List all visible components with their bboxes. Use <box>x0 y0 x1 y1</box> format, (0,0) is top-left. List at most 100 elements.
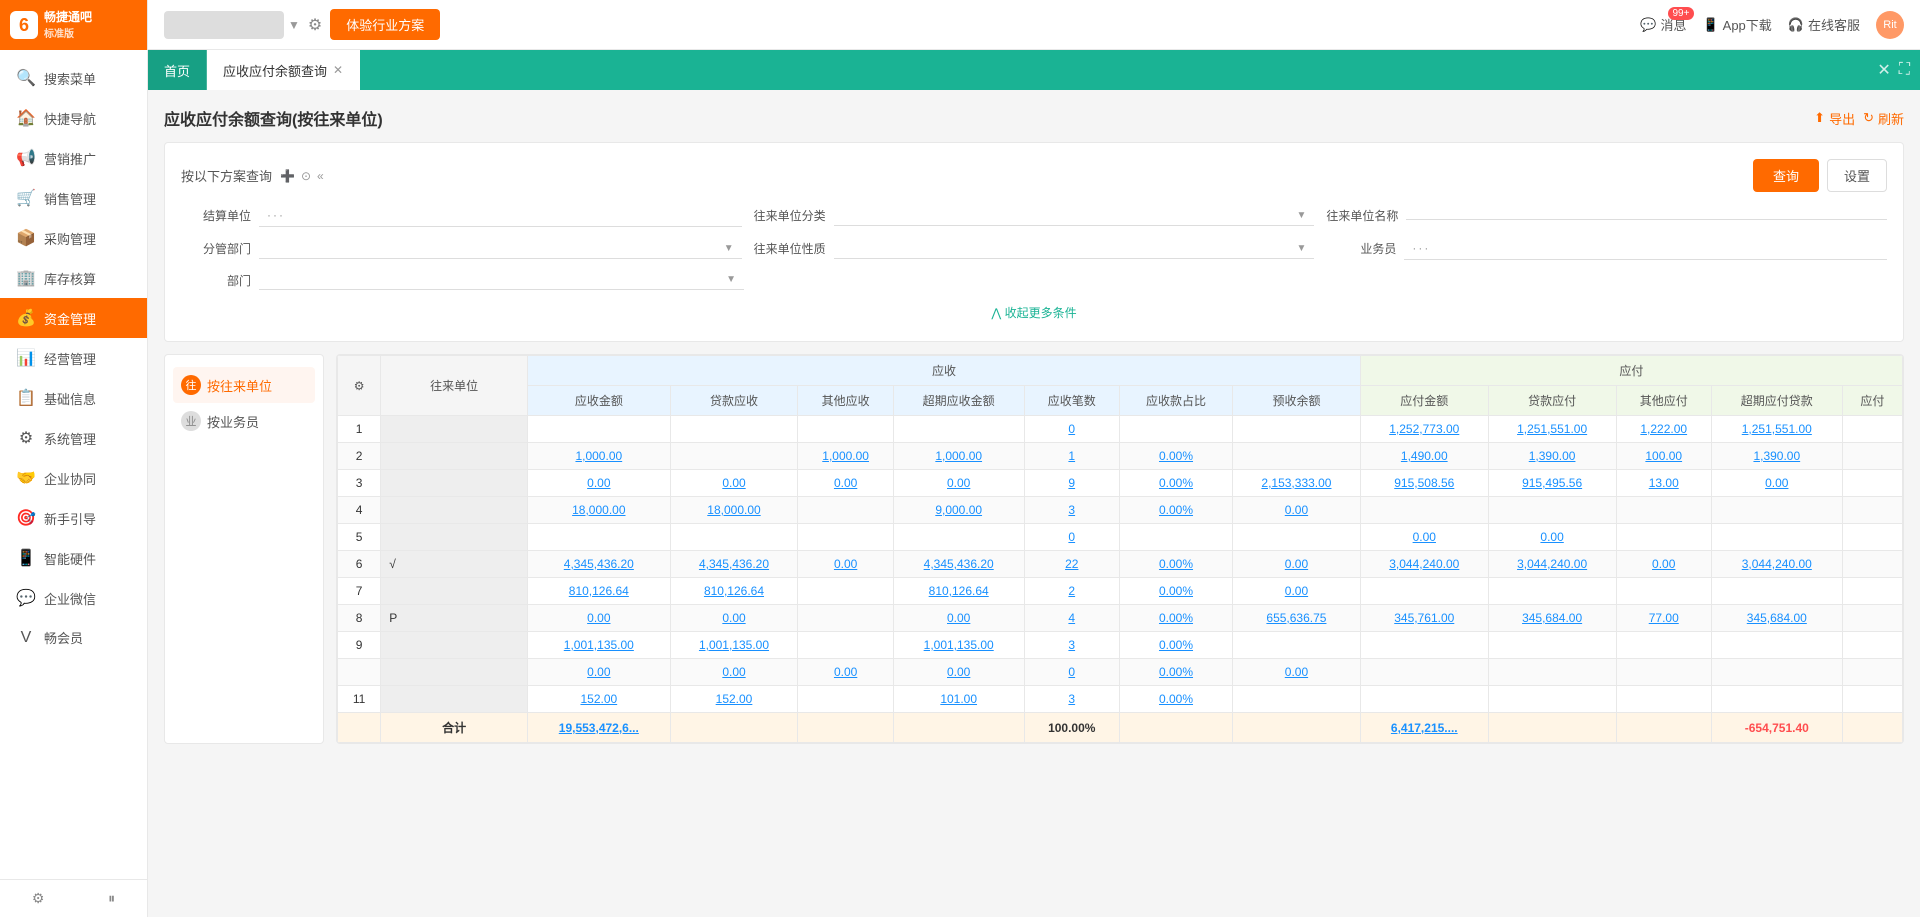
row-6-yingshou-0[interactable]: 810,126.64 <box>528 578 671 605</box>
brand-chevron-icon[interactable]: ▼ <box>288 18 300 32</box>
row-4-yingshou-4[interactable]: 0 <box>1024 524 1119 551</box>
row-7-yingshou-1[interactable]: 0.00 <box>670 605 798 632</box>
sidebar-item-0[interactable]: 🔍搜索菜单 <box>0 58 147 98</box>
row-2-yingshou-5[interactable]: 0.00% <box>1119 470 1232 497</box>
sidebar-item-2[interactable]: 📢营销推广 <box>0 138 147 178</box>
row-5-yingshou-5[interactable]: 0.00% <box>1119 551 1232 578</box>
row-6-yingshou-3[interactable]: 810,126.64 <box>893 578 1024 605</box>
collapse-btn[interactable]: ⋀ 收起更多条件 <box>181 300 1887 325</box>
row-2-yingshou-6[interactable]: 2,153,333.00 <box>1233 470 1361 497</box>
row-10-yingshou-3[interactable]: 101.00 <box>893 686 1024 713</box>
business-person-input[interactable]: ··· <box>1404 237 1887 260</box>
row-8-yingshou-0[interactable]: 1,001,135.00 <box>528 632 671 659</box>
row-10-yingshou-1[interactable]: 152.00 <box>670 686 798 713</box>
row-0-yingfu-3[interactable]: 1,251,551.00 <box>1711 416 1842 443</box>
row-7-yingshou-4[interactable]: 4 <box>1024 605 1119 632</box>
sidebar-item-7[interactable]: 📊经营管理 <box>0 338 147 378</box>
jiesuan-unit-input[interactable]: ··· <box>259 204 742 227</box>
add-condition-icon[interactable]: ➕ <box>280 169 295 183</box>
row-1-yingfu-2[interactable]: 100.00 <box>1616 443 1711 470</box>
row-9-yingshou-6[interactable]: 0.00 <box>1233 659 1361 686</box>
wanglai-classify-input[interactable]: ▼ <box>834 206 1315 226</box>
sidebar-item-9[interactable]: ⚙系统管理 <box>0 418 147 458</box>
export-button[interactable]: ⬆ 导出 <box>1814 109 1855 128</box>
row-1-yingshou-5[interactable]: 0.00% <box>1119 443 1232 470</box>
filter-item-1[interactable]: 业按业务员 <box>173 403 315 439</box>
row-5-yingfu-3[interactable]: 3,044,240.00 <box>1711 551 1842 578</box>
row-1-yingshou-4[interactable]: 1 <box>1024 443 1119 470</box>
row-9-yingshou-3[interactable]: 0.00 <box>893 659 1024 686</box>
row-10-yingshou-0[interactable]: 152.00 <box>528 686 671 713</box>
row-5-yingshou-3[interactable]: 4,345,436.20 <box>893 551 1024 578</box>
sidebar-item-14[interactable]: V畅会员 <box>0 618 147 657</box>
sidebar-item-5[interactable]: 🏢库存核算 <box>0 258 147 298</box>
row-2-yingfu-1[interactable]: 915,495.56 <box>1488 470 1616 497</box>
row-10-yingshou-4[interactable]: 3 <box>1024 686 1119 713</box>
row-2-yingshou-2[interactable]: 0.00 <box>798 470 893 497</box>
tab-maximize-icon[interactable]: ⛶ <box>1899 61 1910 79</box>
row-2-yingshou-0[interactable]: 0.00 <box>528 470 671 497</box>
row-2-yingshou-1[interactable]: 0.00 <box>670 470 798 497</box>
row-5-yingshou-4[interactable]: 22 <box>1024 551 1119 578</box>
row-1-yingfu-1[interactable]: 1,390.00 <box>1488 443 1616 470</box>
row-7-yingshou-0[interactable]: 0.00 <box>528 605 671 632</box>
row-5-yingshou-1[interactable]: 4,345,436.20 <box>670 551 798 578</box>
row-5-yingshou-2[interactable]: 0.00 <box>798 551 893 578</box>
messages-item[interactable]: 💬 消息 99+ <box>1640 15 1686 34</box>
setting-button[interactable]: 设置 <box>1827 159 1887 192</box>
row-3-yingshou-4[interactable]: 3 <box>1024 497 1119 524</box>
row-3-yingshou-3[interactable]: 9,000.00 <box>893 497 1024 524</box>
row-8-yingshou-3[interactable]: 1,001,135.00 <box>893 632 1024 659</box>
tab-receivable[interactable]: 应收应付余额查询 ✕ <box>207 50 360 90</box>
promo-button[interactable]: 体验行业方案 <box>330 9 440 40</box>
row-7-yingfu-1[interactable]: 345,684.00 <box>1488 605 1616 632</box>
row-1-yingfu-3[interactable]: 1,390.00 <box>1711 443 1842 470</box>
online-service-item[interactable]: 🎧 在线客服 <box>1788 15 1860 34</box>
row-9-yingshou-5[interactable]: 0.00% <box>1119 659 1232 686</box>
collapse-icon[interactable]: « <box>317 169 324 183</box>
row-8-yingshou-4[interactable]: 3 <box>1024 632 1119 659</box>
row-0-yingfu-2[interactable]: 1,222.00 <box>1616 416 1711 443</box>
row-7-yingshou-3[interactable]: 0.00 <box>893 605 1024 632</box>
dept-input[interactable]: ▼ <box>259 270 744 290</box>
row-8-yingshou-5[interactable]: 0.00% <box>1119 632 1232 659</box>
row-5-yingfu-2[interactable]: 0.00 <box>1616 551 1711 578</box>
row-7-yingfu-0[interactable]: 345,761.00 <box>1360 605 1488 632</box>
row-1-yingfu-0[interactable]: 1,490.00 <box>1360 443 1488 470</box>
query-button[interactable]: 查询 <box>1753 159 1819 192</box>
row-5-yingshou-6[interactable]: 0.00 <box>1233 551 1361 578</box>
row-2-yingshou-3[interactable]: 0.00 <box>893 470 1024 497</box>
row-0-yingfu-1[interactable]: 1,251,551.00 <box>1488 416 1616 443</box>
sidebar-item-4[interactable]: 📦采购管理 <box>0 218 147 258</box>
tab-close-window-icon[interactable]: ✕ <box>1877 60 1890 80</box>
settings-icon[interactable]: ⚙ <box>308 15 322 35</box>
fenguan-dept-input[interactable]: ▼ <box>259 239 742 259</box>
row-3-yingshou-1[interactable]: 18,000.00 <box>670 497 798 524</box>
row-0-yingshou-4[interactable]: 0 <box>1024 416 1119 443</box>
row-10-yingshou-5[interactable]: 0.00% <box>1119 686 1232 713</box>
row-7-yingfu-2[interactable]: 77.00 <box>1616 605 1711 632</box>
row-9-yingshou-2[interactable]: 0.00 <box>798 659 893 686</box>
row-2-yingfu-2[interactable]: 13.00 <box>1616 470 1711 497</box>
row-3-yingshou-6[interactable]: 0.00 <box>1233 497 1361 524</box>
row-6-yingshou-6[interactable]: 0.00 <box>1233 578 1361 605</box>
sidebar-item-1[interactable]: 🏠快捷导航 <box>0 98 147 138</box>
filter-icon[interactable]: ⊙ <box>301 169 311 183</box>
row-6-yingshou-4[interactable]: 2 <box>1024 578 1119 605</box>
row-3-yingshou-0[interactable]: 18,000.00 <box>528 497 671 524</box>
row-4-yingfu-1[interactable]: 0.00 <box>1488 524 1616 551</box>
sidebar-settings-btn[interactable]: ⚙ <box>32 890 45 907</box>
tab-close-icon[interactable]: ✕ <box>333 63 343 77</box>
sidebar-item-12[interactable]: 📱智能硬件 <box>0 538 147 578</box>
settings-col-header[interactable]: ⚙ <box>338 356 381 416</box>
sidebar-item-3[interactable]: 🛒销售管理 <box>0 178 147 218</box>
row-6-yingshou-1[interactable]: 810,126.64 <box>670 578 798 605</box>
row-5-yingshou-0[interactable]: 4,345,436.20 <box>528 551 671 578</box>
row-5-yingfu-0[interactable]: 3,044,240.00 <box>1360 551 1488 578</box>
row-2-yingfu-3[interactable]: 0.00 <box>1711 470 1842 497</box>
footer-yingfu1[interactable]: 6,417,215.... <box>1360 713 1488 743</box>
sidebar-item-6[interactable]: 💰资金管理 <box>0 298 147 338</box>
row-7-yingfu-3[interactable]: 345,684.00 <box>1711 605 1842 632</box>
wanglai-name-input[interactable] <box>1406 211 1887 220</box>
wanglai-nature-input[interactable]: ▼ <box>834 239 1315 259</box>
